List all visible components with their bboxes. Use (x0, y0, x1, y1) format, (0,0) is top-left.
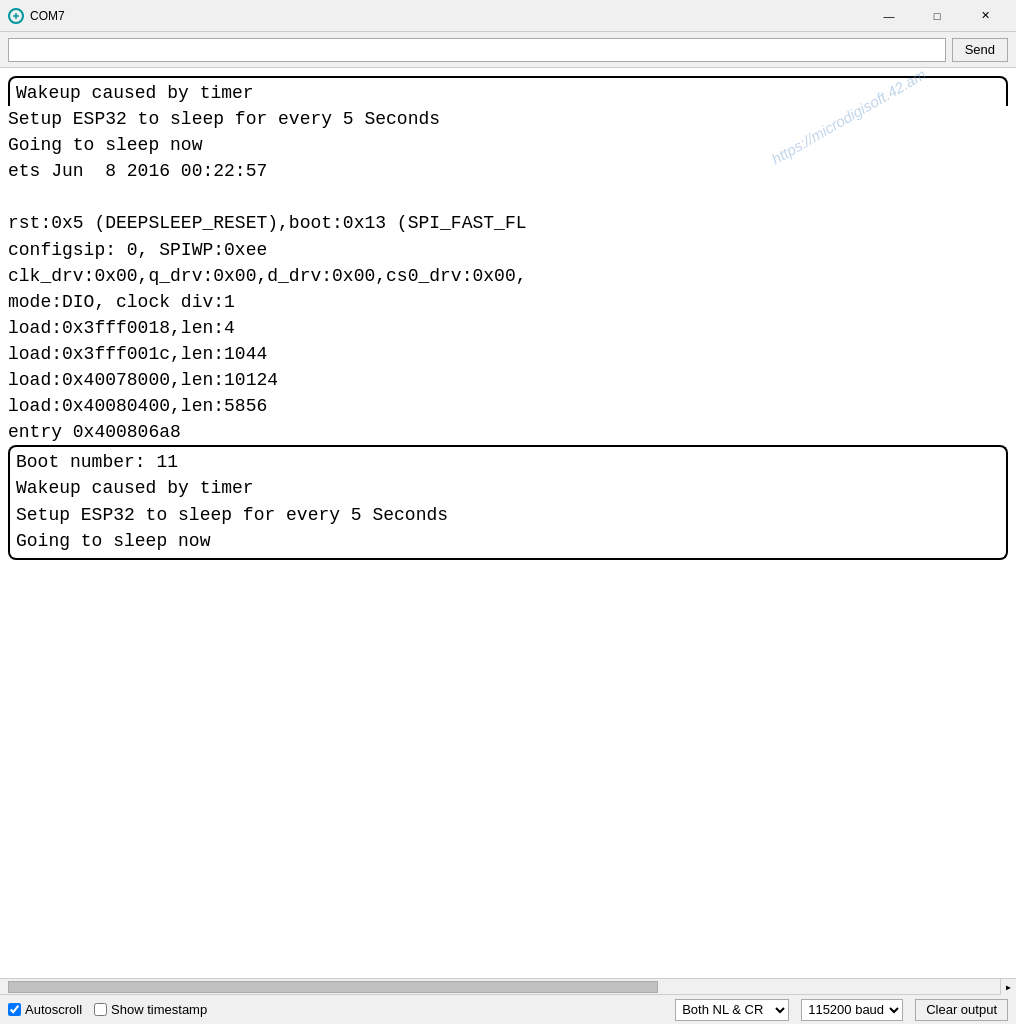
list-item: Going to sleep now (8, 528, 1008, 560)
show-timestamp-input[interactable] (94, 1003, 107, 1016)
serial-monitor-output[interactable]: Wakeup caused by timer Setup ESP32 to sl… (0, 68, 1016, 978)
minimize-button[interactable]: — (866, 1, 912, 31)
autoscroll-checkbox[interactable]: Autoscroll (8, 1002, 82, 1017)
hscroll-thumb[interactable] (8, 981, 658, 993)
clear-output-button[interactable]: Clear output (915, 999, 1008, 1021)
window-controls: — □ ✕ (866, 1, 1008, 31)
message-input[interactable] (8, 38, 946, 62)
maximize-button[interactable]: □ (914, 1, 960, 31)
toolbar: Send (0, 32, 1016, 68)
horizontal-scrollbar[interactable]: ▶ (0, 978, 1016, 994)
list-item: Wakeup caused by timer (8, 475, 1008, 501)
close-button[interactable]: ✕ (962, 1, 1008, 31)
list-item: Boot number: 11 (8, 445, 1008, 475)
list-item (8, 184, 1008, 210)
list-item: Setup ESP32 to sleep for every 5 Seconds (8, 502, 1008, 528)
list-item: Setup ESP32 to sleep for every 5 Seconds (8, 106, 1008, 132)
content-area: Wakeup caused by timer Setup ESP32 to sl… (0, 68, 1016, 978)
list-item: configsip: 0, SPIWP:0xee (8, 237, 1008, 263)
list-item: mode:DIO, clock div:1 (8, 289, 1008, 315)
title-bar: COM7 — □ ✕ (0, 0, 1016, 32)
show-timestamp-checkbox[interactable]: Show timestamp (94, 1002, 207, 1017)
list-item: rst:0x5 (DEEPSLEEP_RESET),boot:0x13 (SPI… (8, 210, 1008, 236)
list-item: load:0x3fff0018,len:4 (8, 315, 1008, 341)
list-item: Wakeup caused by timer (8, 76, 1008, 106)
list-item: load:0x40078000,len:10124 (8, 367, 1008, 393)
status-bar: Autoscroll Show timestamp Both NL & CR N… (0, 994, 1016, 1024)
show-timestamp-label: Show timestamp (111, 1002, 207, 1017)
send-button[interactable]: Send (952, 38, 1008, 62)
list-item: load:0x40080400,len:5856 (8, 393, 1008, 419)
line-ending-select[interactable]: Both NL & CR No line ending Newline Carr… (675, 999, 789, 1021)
autoscroll-input[interactable] (8, 1003, 21, 1016)
window-title: COM7 (30, 9, 866, 23)
hscroll-right-button[interactable]: ▶ (1000, 979, 1016, 995)
list-item: Going to sleep now (8, 132, 1008, 158)
list-item: load:0x3fff001c,len:1044 (8, 341, 1008, 367)
autoscroll-label: Autoscroll (25, 1002, 82, 1017)
list-item: clk_drv:0x00,q_drv:0x00,d_drv:0x00,cs0_d… (8, 263, 1008, 289)
list-item: ets Jun 8 2016 00:22:57 (8, 158, 1008, 184)
app-icon (8, 8, 24, 24)
baud-rate-select[interactable]: 115200 baud 9600 baud 57600 baud 230400 … (801, 999, 903, 1021)
list-item: entry 0x400806a8 (8, 419, 1008, 445)
